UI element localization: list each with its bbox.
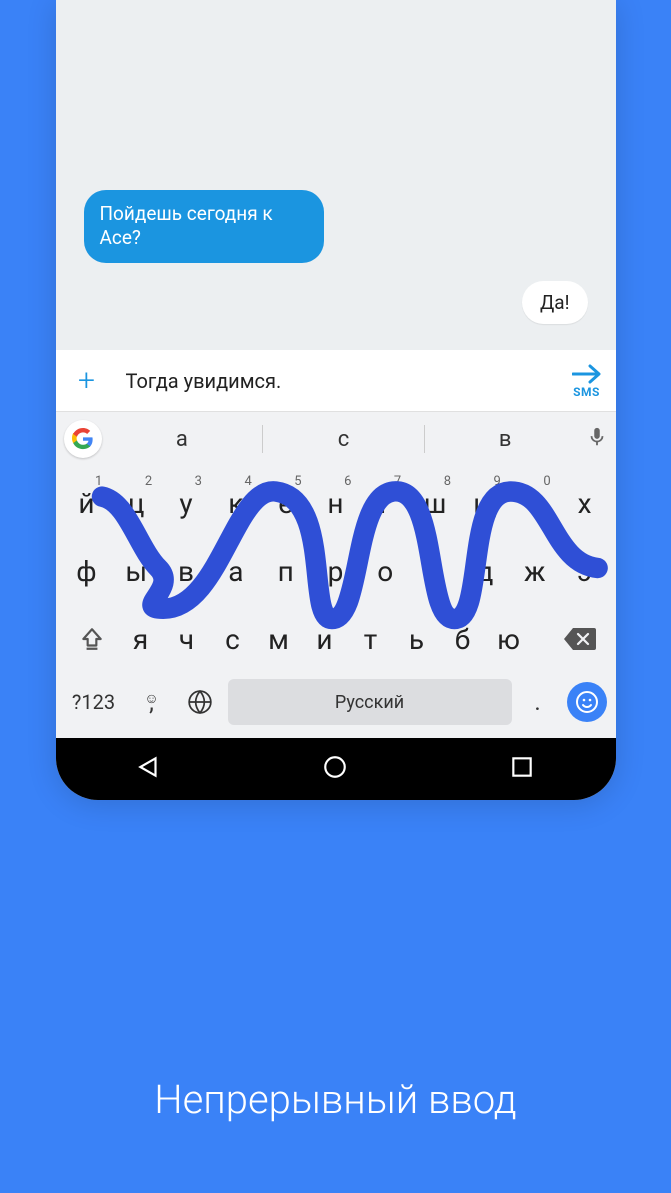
key-в[interactable]: в xyxy=(162,540,210,602)
space-key[interactable]: Русский xyxy=(228,679,512,725)
key-grid: 1й2ц3у4к5е6н7г8ш9щ0зх фывапролджэ ячсмит… xyxy=(56,466,616,670)
key-э[interactable]: э xyxy=(561,540,609,602)
key-и[interactable]: и xyxy=(303,608,347,670)
key-щ[interactable]: 9щ xyxy=(461,472,509,534)
phone-frame: Пойдешь сегодня к Асе? Да! + Тогда увиди… xyxy=(56,0,616,800)
key-л[interactable]: л xyxy=(411,540,459,602)
key-я[interactable]: я xyxy=(119,608,163,670)
compose-input[interactable]: Тогда увидимся. xyxy=(104,369,572,393)
send-label: SMS xyxy=(573,385,600,399)
smiley-icon xyxy=(575,690,599,714)
key-й[interactable]: 1й xyxy=(63,472,111,534)
recents-button[interactable] xyxy=(509,754,535,784)
key-д[interactable]: д xyxy=(461,540,509,602)
back-button[interactable] xyxy=(136,754,162,784)
mic-button[interactable] xyxy=(586,426,608,452)
key-а[interactable]: а xyxy=(212,540,260,602)
key-ч[interactable]: ч xyxy=(165,608,209,670)
backspace-key[interactable] xyxy=(554,608,606,670)
google-icon[interactable] xyxy=(64,420,102,458)
key-ы[interactable]: ы xyxy=(112,540,160,602)
compose-bar: + Тогда увидимся. SMS xyxy=(56,350,616,412)
key-х[interactable]: х xyxy=(561,472,609,534)
key-б[interactable]: б xyxy=(441,608,485,670)
key-ц[interactable]: 2ц xyxy=(112,472,160,534)
key-з[interactable]: 0з xyxy=(511,472,559,534)
emoji-hint-icon: ☺ xyxy=(144,690,158,707)
bottom-row: ?123 ☺ , Русский . xyxy=(56,676,616,738)
key-ж[interactable]: ж xyxy=(511,540,559,602)
key-у[interactable]: 3у xyxy=(162,472,210,534)
suggestion-2[interactable]: с xyxy=(263,427,424,452)
promo-caption: Непрерывный ввод xyxy=(0,1076,671,1123)
emoji-key[interactable] xyxy=(564,682,610,722)
key-к[interactable]: 4к xyxy=(212,472,260,534)
message-outgoing: Пойдешь сегодня к Асе? xyxy=(84,190,324,263)
android-navbar xyxy=(56,738,616,800)
key-ю[interactable]: ю xyxy=(487,608,531,670)
key-с[interactable]: с xyxy=(211,608,255,670)
key-м[interactable]: м xyxy=(257,608,301,670)
period-key[interactable]: . xyxy=(518,688,558,716)
key-ь[interactable]: ь xyxy=(395,608,439,670)
keyboard: а с в 1й2ц3у4к5е6н7г8ш9щ0зх фывапролджэ … xyxy=(56,412,616,738)
suggestion-row: а с в xyxy=(56,412,616,466)
shift-key[interactable] xyxy=(66,608,118,670)
home-button[interactable] xyxy=(322,754,348,784)
message-incoming: Да! xyxy=(522,281,588,324)
key-т[interactable]: т xyxy=(349,608,393,670)
key-е[interactable]: 5е xyxy=(262,472,310,534)
suggestion-3[interactable]: в xyxy=(425,427,586,452)
suggestion-1[interactable]: а xyxy=(102,427,263,452)
chat-area: Пойдешь сегодня к Асе? Да! xyxy=(56,0,616,350)
key-о[interactable]: о xyxy=(361,540,409,602)
key-г[interactable]: 7г xyxy=(361,472,409,534)
language-key[interactable] xyxy=(178,689,222,715)
send-button[interactable]: SMS xyxy=(572,363,602,399)
key-ф[interactable]: ф xyxy=(63,540,111,602)
key-р[interactable]: р xyxy=(312,540,360,602)
symbols-key[interactable]: ?123 xyxy=(62,690,126,714)
attach-button[interactable]: + xyxy=(70,363,104,398)
key-п[interactable]: п xyxy=(262,540,310,602)
send-icon xyxy=(572,363,602,385)
key-ш[interactable]: 8ш xyxy=(411,472,459,534)
key-н[interactable]: 6н xyxy=(312,472,360,534)
comma-key[interactable]: ☺ , xyxy=(132,688,172,716)
